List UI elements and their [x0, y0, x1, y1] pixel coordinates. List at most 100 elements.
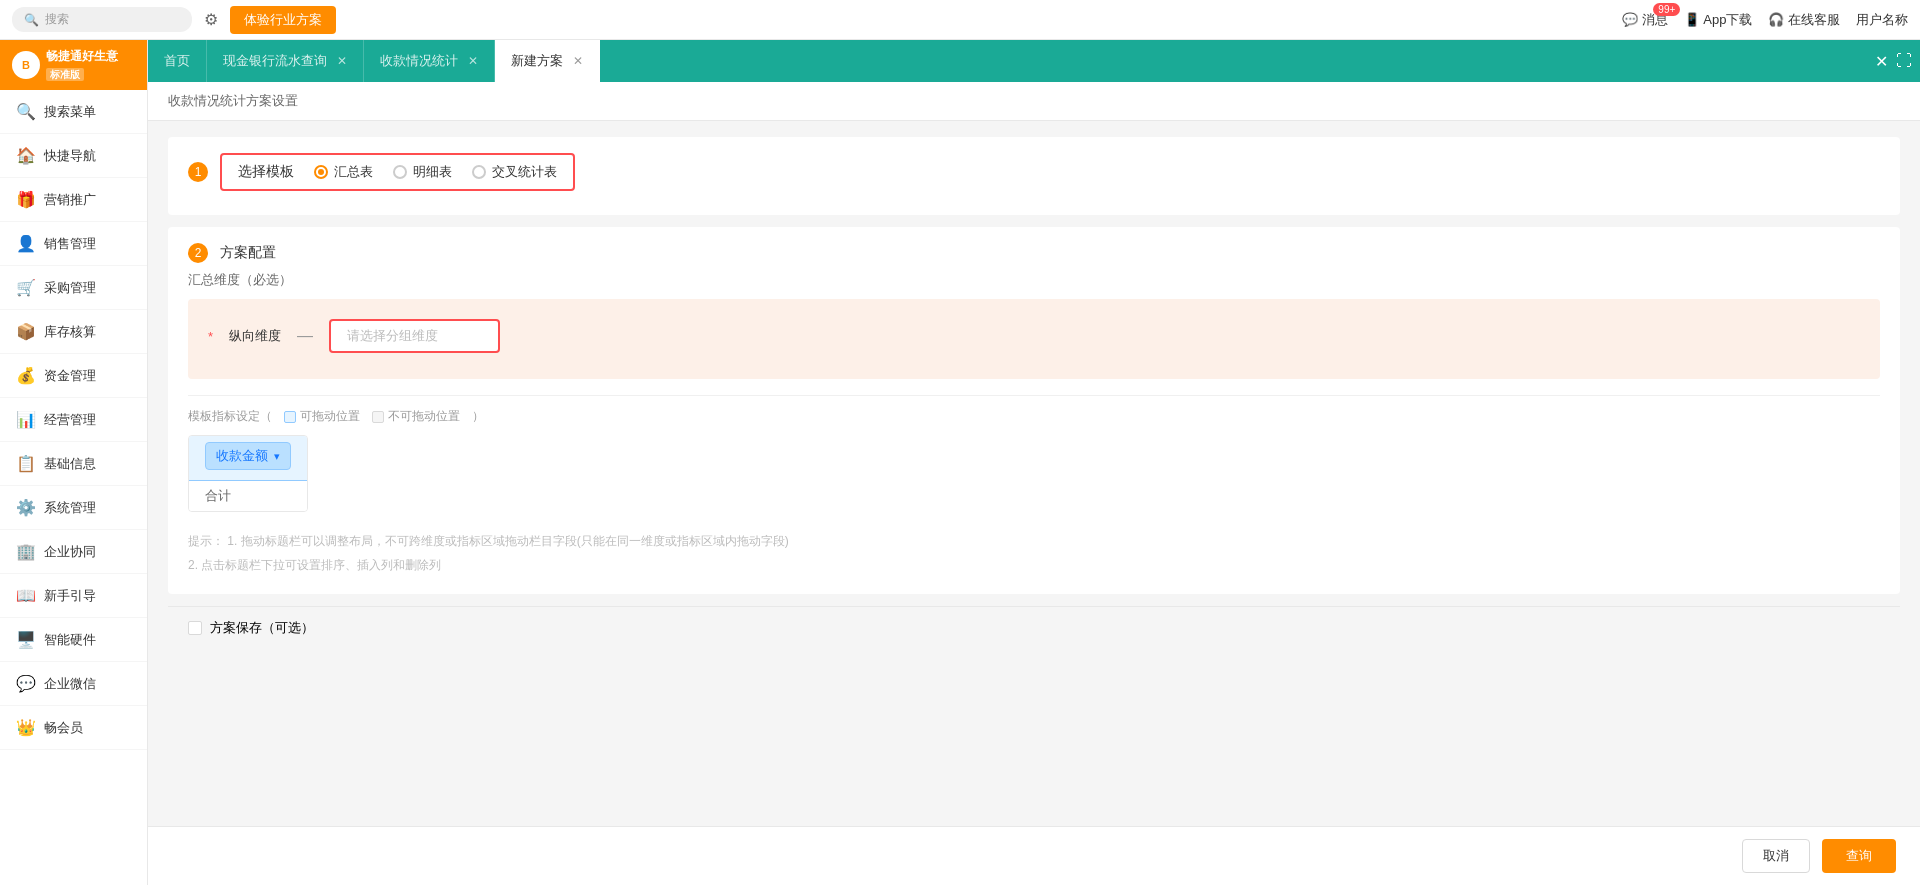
indicators-suffix: ）	[472, 408, 484, 425]
tab-bank-flow-close[interactable]: ✕	[337, 54, 347, 68]
sidebar-item-label: 库存核算	[44, 323, 96, 341]
online-service[interactable]: 🎧 在线客服	[1768, 11, 1840, 29]
cancel-button[interactable]: 取消	[1742, 839, 1810, 873]
sidebar-item-vip[interactable]: 👑 畅会员	[0, 706, 147, 750]
tab-new-plan-label: 新建方案	[511, 52, 563, 70]
sidebar-item-label: 畅会员	[44, 719, 83, 737]
dim-select-placeholder: 请选择分组维度	[347, 328, 438, 343]
logo-tag: 标准版	[46, 68, 84, 81]
stat-tag-row: 收款金额 ▾	[189, 436, 307, 480]
arrow-icon: —	[297, 327, 313, 345]
tab-new-plan-close[interactable]: ✕	[573, 54, 583, 68]
chevron-down-icon: ▾	[274, 450, 280, 463]
sidebar-item-label: 经营管理	[44, 411, 96, 429]
sidebar-item-label: 新手引导	[44, 587, 96, 605]
sidebar-item-collab[interactable]: 🏢 企业协同	[0, 530, 147, 574]
sidebar-item-operation[interactable]: 📊 经营管理	[0, 398, 147, 442]
legend-not-draggable: 不可拖动位置	[372, 408, 460, 425]
sidebar-item-finance[interactable]: 💰 资金管理	[0, 354, 147, 398]
legend-draggable: 可拖动位置	[284, 408, 360, 425]
search-placeholder: 搜索	[45, 11, 69, 28]
system-icon: ⚙️	[16, 498, 36, 517]
sidebar-item-system[interactable]: ⚙️ 系统管理	[0, 486, 147, 530]
cart-icon: 🛒	[16, 278, 36, 297]
indicators-title: 模板指标设定（	[188, 408, 272, 425]
app-download[interactable]: 📱 App下载	[1684, 11, 1752, 29]
tab-bank-flow[interactable]: 现金银行流水查询 ✕	[207, 40, 364, 82]
legend-draggable-label: 可拖动位置	[300, 408, 360, 425]
stat-sub-label: 合计	[189, 481, 307, 511]
dimension-area: * 纵向维度 — 请选择分组维度	[188, 299, 1880, 379]
radio-summary[interactable]: 汇总表	[314, 163, 373, 181]
legend-dot-gray	[372, 411, 384, 423]
save-row: 方案保存（可选）	[168, 606, 1900, 649]
tab-new-plan[interactable]: 新建方案 ✕	[495, 40, 600, 82]
sidebar-item-quick-nav[interactable]: 🏠 快捷导航	[0, 134, 147, 178]
template-radio-group: 汇总表 明细表 交叉统计表	[314, 163, 557, 181]
summary-dim-label: 汇总维度（必选）	[188, 271, 1880, 289]
vip-icon: 👑	[16, 718, 36, 737]
tab-collection-stat-close[interactable]: ✕	[468, 54, 478, 68]
radio-summary-label: 汇总表	[334, 163, 373, 181]
sidebar-item-search-menu[interactable]: 🔍 搜索菜单	[0, 90, 147, 134]
sidebar-item-inventory[interactable]: 📦 库存核算	[0, 310, 147, 354]
sidebar-item-label: 企业微信	[44, 675, 96, 693]
service-label: 在线客服	[1788, 12, 1840, 27]
step1-section: 1 选择模板 汇总表	[168, 137, 1900, 215]
gear-icon[interactable]: ⚙	[204, 10, 218, 29]
sidebar-item-wechat[interactable]: 💬 企业微信	[0, 662, 147, 706]
search-bar[interactable]: 🔍 搜索	[12, 7, 192, 32]
step2-section: 2 方案配置 汇总维度（必选） * 纵向维度 — 请选择分	[168, 227, 1900, 594]
radio-detail[interactable]: 明细表	[393, 163, 452, 181]
stat-tag[interactable]: 收款金额 ▾	[205, 442, 291, 470]
sidebar-item-guide[interactable]: 📖 新手引导	[0, 574, 147, 618]
search-menu-icon: 🔍	[16, 102, 36, 121]
dimension-row: * 纵向维度 — 请选择分组维度	[208, 319, 1860, 353]
close-window-icon[interactable]: ✕	[1875, 52, 1888, 71]
hardware-icon: 🖥️	[16, 630, 36, 649]
radio-cross-label: 交叉统计表	[492, 163, 557, 181]
user-name: 用户名称	[1856, 11, 1908, 29]
expand-icon[interactable]: ⛶	[1896, 52, 1912, 70]
save-label: 方案保存（可选）	[210, 619, 314, 637]
main-content: 收款情况统计方案设置 1 选择模板 汇总表	[148, 82, 1920, 885]
logo-icon: B	[12, 51, 40, 79]
save-checkbox[interactable]	[188, 621, 202, 635]
legend-not-draggable-label: 不可拖动位置	[388, 408, 460, 425]
sidebar: B 畅捷通好生意 标准版 🔍 搜索菜单 🏠 快捷导航 🎁 营销推广 👤 销售管理…	[0, 40, 148, 885]
sidebar-item-purchase[interactable]: 🛒 采购管理	[0, 266, 147, 310]
book-icon: 📖	[16, 586, 36, 605]
sidebar-item-hardware[interactable]: 🖥️ 智能硬件	[0, 618, 147, 662]
service-icon: 🎧	[1768, 12, 1784, 27]
message-icon: 💬	[1622, 12, 1638, 27]
radio-cross[interactable]: 交叉统计表	[472, 163, 557, 181]
home-icon: 🏠	[16, 146, 36, 165]
sidebar-item-label: 智能硬件	[44, 631, 96, 649]
sidebar-item-sales[interactable]: 👤 销售管理	[0, 222, 147, 266]
tab-home-label: 首页	[164, 52, 190, 70]
vertical-dim-label: 纵向维度	[229, 327, 281, 345]
query-button[interactable]: 查询	[1822, 839, 1896, 873]
radio-summary-circle	[314, 165, 328, 179]
tip-1: 提示： 1. 拖动标题栏可以调整布局，不可跨维度或指标区域拖动栏目字段(只能在同…	[188, 531, 1880, 553]
trial-btn[interactable]: 体验行业方案	[230, 6, 336, 34]
page-title: 收款情况统计方案设置	[168, 93, 298, 108]
step1-row: 1 选择模板 汇总表	[188, 153, 1880, 191]
indicator-table-header: 收款金额 ▾	[189, 436, 307, 481]
wechat-icon: 💬	[16, 674, 36, 693]
sidebar-item-label: 营销推广	[44, 191, 96, 209]
clipboard-icon: 📋	[16, 454, 36, 473]
config-section: 汇总维度（必选） * 纵向维度 — 请选择分组维度	[188, 271, 1880, 576]
sidebar-item-basic[interactable]: 📋 基础信息	[0, 442, 147, 486]
tab-collection-stat[interactable]: 收款情况统计 ✕	[364, 40, 495, 82]
tab-home[interactable]: 首页	[148, 40, 207, 82]
radio-detail-circle	[393, 165, 407, 179]
legend-dot-blue	[284, 411, 296, 423]
footer-actions: 取消 查询	[148, 826, 1920, 885]
dim-select[interactable]: 请选择分组维度	[329, 319, 500, 353]
sidebar-item-label: 基础信息	[44, 455, 96, 473]
step2-num: 2	[188, 243, 208, 263]
sidebar-item-marketing[interactable]: 🎁 营销推广	[0, 178, 147, 222]
content-area: 1 选择模板 汇总表	[148, 121, 1920, 665]
message-area[interactable]: 💬 消息 99+	[1622, 11, 1668, 29]
